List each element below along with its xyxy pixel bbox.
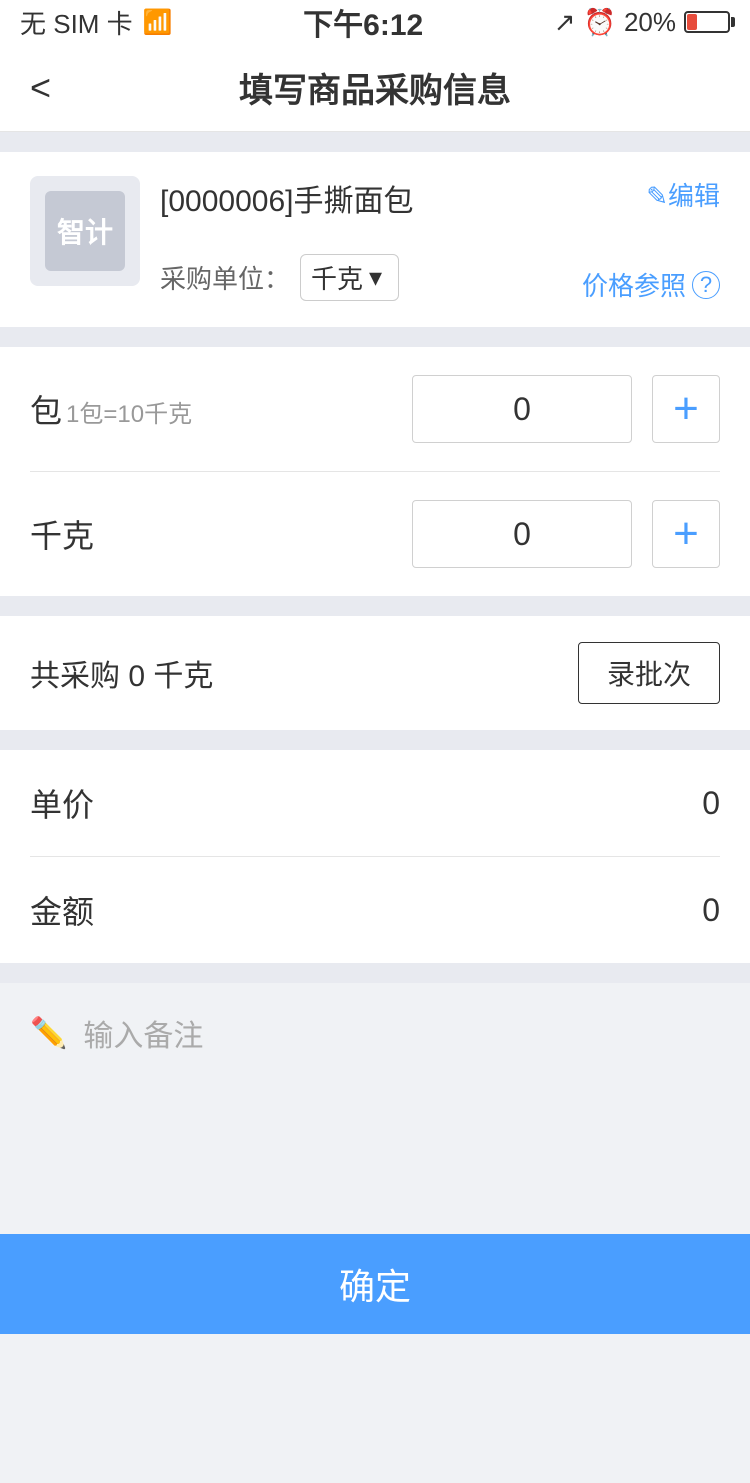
unit-price-label: 单价: [30, 780, 94, 826]
batch-button[interactable]: 录批次: [578, 642, 720, 704]
mid-divider-4: [0, 963, 750, 983]
page-title: 填写商品采购信息: [239, 63, 511, 112]
back-button[interactable]: <: [30, 67, 51, 109]
package-input[interactable]: [412, 375, 632, 443]
pricing-section: 单价 0 金额 0: [0, 750, 750, 963]
mid-divider-2: [0, 596, 750, 616]
unit-row: 采购单位： 千克 ▾: [160, 254, 399, 301]
package-plus-button[interactable]: +: [652, 375, 720, 443]
kg-plus-button[interactable]: +: [652, 500, 720, 568]
status-left: 无 SIM 卡 📶: [20, 4, 173, 41]
wifi-icon: 📶: [143, 8, 173, 37]
product-image-inner: 智计: [45, 191, 125, 271]
bottom-spacer: [0, 1083, 750, 1383]
amount-value: 0: [702, 892, 720, 929]
top-divider: [0, 132, 750, 152]
summary-text: 共采购 0 千克: [30, 651, 213, 695]
mid-divider-1: [0, 327, 750, 347]
dropdown-arrow: ▾: [369, 262, 382, 293]
package-label: 包1包=10千克: [30, 386, 192, 432]
unit-price-row: 单价 0: [0, 750, 750, 856]
notes-placeholder: 输入备注: [83, 1011, 203, 1055]
unit-price-value: 0: [702, 785, 720, 822]
carrier-label: 无 SIM 卡: [20, 4, 133, 41]
price-ref-button[interactable]: 价格参照 ?: [582, 266, 720, 303]
pencil-icon: ✏️: [30, 1016, 67, 1051]
product-name: [0000006]手撕面包: [160, 176, 413, 220]
unit-label: 采购单位：: [160, 259, 290, 296]
alarm-icon: ⏰: [584, 7, 616, 38]
nav-bar: < 填写商品采购信息: [0, 44, 750, 132]
kg-input[interactable]: [412, 500, 632, 568]
confirm-button[interactable]: 确定: [339, 1258, 411, 1310]
amount-label: 金额: [30, 887, 94, 933]
price-ref-label: 价格参照: [582, 266, 686, 303]
notes-section[interactable]: ✏️ 输入备注: [0, 983, 750, 1083]
price-ref-icon: ?: [692, 271, 720, 299]
amount-row: 金额 0: [0, 857, 750, 963]
package-input-row: 包1包=10千克 +: [0, 347, 750, 471]
time-label: 下午6:12: [303, 0, 423, 44]
kg-input-row: 千克 +: [0, 472, 750, 596]
edit-button[interactable]: ✎编辑: [646, 176, 720, 213]
battery-percent: 20%: [624, 7, 676, 38]
product-image: 智计: [30, 176, 140, 286]
unit-select[interactable]: 千克 ▾: [300, 254, 399, 301]
unit-value: 千克: [311, 259, 363, 296]
status-bar: 无 SIM 卡 📶 下午6:12 ↗ ⏰ 20%: [0, 0, 750, 44]
kg-label: 千克: [30, 511, 110, 557]
confirm-bar[interactable]: 确定: [0, 1234, 750, 1334]
product-card: 智计 [0000006]手撕面包 ✎编辑 采购单位： 千克 ▾ 价格参照 ?: [0, 152, 750, 327]
location-icon: ↗: [554, 7, 576, 38]
battery-fill: [687, 14, 698, 30]
product-details: [0000006]手撕面包 ✎编辑 采购单位： 千克 ▾ 价格参照 ?: [140, 176, 720, 303]
package-sub: 1包=10千克: [66, 401, 192, 428]
input-section: 包1包=10千克 + 千克 +: [0, 347, 750, 596]
battery-icon: [684, 11, 730, 33]
summary-row: 共采购 0 千克 录批次: [0, 616, 750, 730]
mid-divider-3: [0, 730, 750, 750]
status-right: ↗ ⏰ 20%: [554, 7, 730, 38]
